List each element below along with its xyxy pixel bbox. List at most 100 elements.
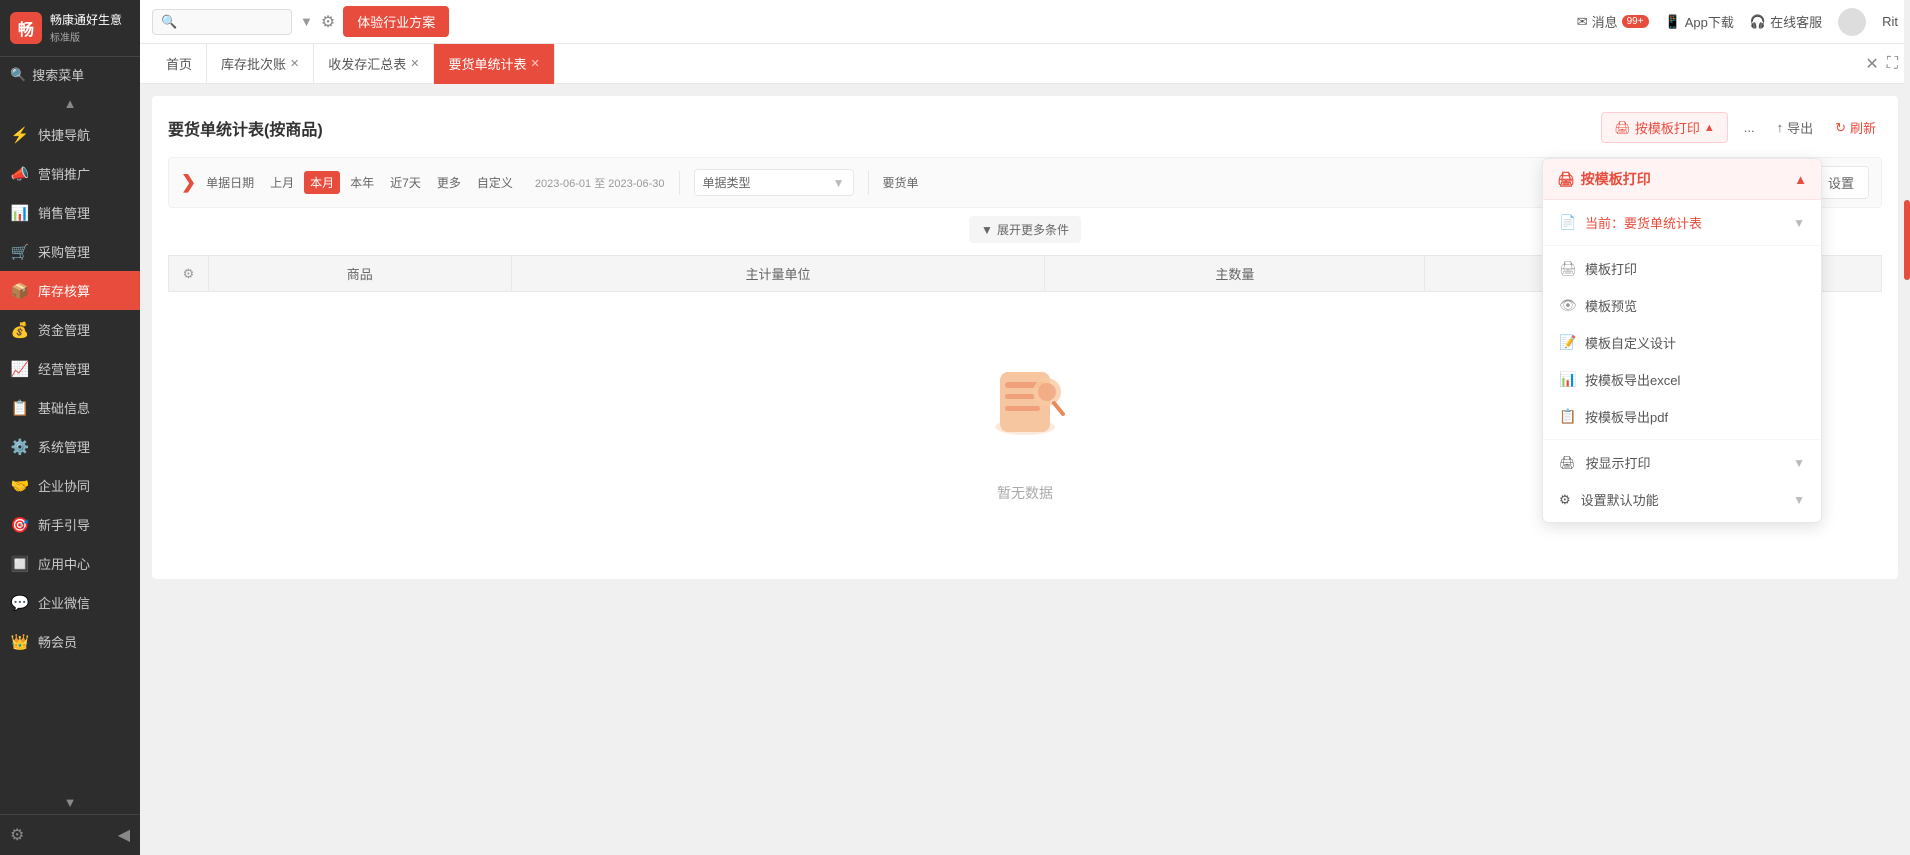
dropdown-expand-icon[interactable]: ▲ xyxy=(1794,172,1807,187)
sidebar-search-item[interactable]: 🔍 搜索菜单 xyxy=(0,57,140,92)
message-icon: ✉ xyxy=(1577,14,1588,30)
sidebar-item-sales[interactable]: 📊 销售管理 xyxy=(0,193,140,232)
refresh-btn[interactable]: ↻ 刷新 xyxy=(1829,114,1882,141)
date-btn-custom[interactable]: 自定义 xyxy=(471,171,519,194)
sidebar-settings-btn[interactable]: ⚙ xyxy=(10,825,24,845)
sidebar-item-operations[interactable]: 📈 经营管理 xyxy=(0,349,140,388)
template-preview-icon: 👁 xyxy=(1559,297,1575,314)
dropdown-item-template-custom[interactable]: 📝 模板自定义设计 xyxy=(1543,324,1821,361)
topbar-search-box[interactable]: 🔍 xyxy=(152,9,292,35)
enterprise-icon: 🤝 xyxy=(10,477,30,495)
dropdown-display-section: 🖨 按显示打印 ▼ ⚙ 设置默认功能 ▼ xyxy=(1543,440,1821,522)
tab-close-order-stats[interactable]: ✕ xyxy=(531,57,540,70)
dropdown-item-export-pdf[interactable]: 📋 按模板导出pdf xyxy=(1543,398,1821,435)
main-area: 🔍 ▼ ⚙ 体验行业方案 ✉ 消息 99+ 📱 App下载 🎧 在线客服 Rit xyxy=(140,0,1910,855)
template-custom-icon: 📝 xyxy=(1559,334,1575,351)
filter-divider-1 xyxy=(679,171,680,195)
sidebar-scroll-down[interactable]: ▼ xyxy=(0,791,140,814)
sidebar-item-member[interactable]: 👑 畅会员 xyxy=(0,622,140,661)
dropdown-current-item[interactable]: 📄 当前：要货单统计表 ▼ xyxy=(1543,204,1821,241)
sidebar-scroll-up[interactable]: ▲ xyxy=(0,92,140,115)
tab-close-all-btn[interactable]: ✕ xyxy=(1865,54,1878,74)
enterprise-wechat-icon: 💬 xyxy=(10,594,30,612)
export-btn[interactable]: ↑ 导出 xyxy=(1771,114,1820,141)
order-type-label: 单据类型 xyxy=(703,174,751,191)
sidebar-search-label: 搜索菜单 xyxy=(32,65,84,84)
page-content: 要货单统计表(按商品) 🖨 按模板打印 ▲ ... ↑ 导出 xyxy=(140,84,1910,855)
date-btn-more[interactable]: 更多 xyxy=(431,171,467,194)
sales-icon: 📊 xyxy=(10,204,30,222)
date-filter-group: 上月 本月 本年 近7天 更多 自定义 xyxy=(264,171,519,194)
topbar-dropdown-arrow[interactable]: ▼ xyxy=(300,14,313,29)
sidebar-item-enterprise[interactable]: 🤝 企业协同 xyxy=(0,466,140,505)
sidebar-item-system[interactable]: ⚙️ 系统管理 xyxy=(0,427,140,466)
purchase-icon: 🛒 xyxy=(10,243,30,261)
sidebar-nav: ⚡ 快捷导航 📣 营销推广 📊 销售管理 🛒 采购管理 📦 库存核算 💰 资金管… xyxy=(0,115,140,791)
dropdown-display-print[interactable]: 🖨 按显示打印 ▼ xyxy=(1543,444,1821,481)
online-service-action[interactable]: 🎧 在线客服 xyxy=(1750,12,1822,31)
dropdown-set-default[interactable]: ⚙ 设置默认功能 ▼ xyxy=(1543,481,1821,518)
display-print-icon: 🖨 xyxy=(1559,455,1576,471)
basic-icon: 📋 xyxy=(10,399,30,417)
date-btn-this-month[interactable]: 本月 xyxy=(304,171,340,194)
trial-btn[interactable]: 体验行业方案 xyxy=(343,6,449,37)
message-action[interactable]: ✉ 消息 99+ xyxy=(1577,12,1649,31)
dropdown-item-template-print[interactable]: 🖨 模板打印 xyxy=(1543,250,1821,287)
print-arrow-up: ▲ xyxy=(1704,122,1715,134)
logo-text: 畅康通好生意 标准版 xyxy=(50,12,122,44)
dropdown-title: 🖨 按模板打印 xyxy=(1557,169,1651,189)
app-download-icon: 📱 xyxy=(1665,14,1681,30)
sidebar-collapse-btn[interactable]: ◀ xyxy=(118,825,130,845)
date-btn-7days[interactable]: 近7天 xyxy=(384,171,427,194)
inventory-icon: 📦 xyxy=(10,282,30,300)
sidebar-item-app-center[interactable]: 🔲 应用中心 xyxy=(0,544,140,583)
sidebar-item-basic[interactable]: 📋 基础信息 xyxy=(0,388,140,427)
operations-icon: 📈 xyxy=(10,360,30,378)
date-btn-last-month[interactable]: 上月 xyxy=(264,171,300,194)
search-icon: 🔍 xyxy=(10,67,26,83)
tab-maximize-btn[interactable]: ⛶ xyxy=(1887,55,1898,73)
filter-expand-arrow[interactable]: ❯ xyxy=(181,172,196,193)
sidebar-item-enterprise-wechat[interactable]: 💬 企业微信 xyxy=(0,583,140,622)
app-download-action[interactable]: 📱 App下载 xyxy=(1665,12,1734,31)
date-btn-this-year[interactable]: 本年 xyxy=(344,171,380,194)
tab-batch-account[interactable]: 库存批次账 ✕ xyxy=(207,44,314,84)
expand-icon: ▼ xyxy=(981,223,993,237)
set-default-icon: ⚙ xyxy=(1559,492,1571,508)
sidebar-item-quick-nav[interactable]: ⚡ 快捷导航 xyxy=(0,115,140,154)
topbar-gear-icon[interactable]: ⚙ xyxy=(321,12,335,32)
right-scrollbar-thumb[interactable] xyxy=(1904,200,1910,280)
topbar-search-input[interactable] xyxy=(181,15,261,29)
tab-order-stats[interactable]: 要货单统计表 ✕ xyxy=(434,44,554,84)
export-excel-icon: 📊 xyxy=(1559,371,1575,388)
toolbar-right: 🖨 按模板打印 ▲ ... ↑ 导出 ↻ 刷新 xyxy=(1601,112,1882,143)
more-btn[interactable]: ... xyxy=(1738,116,1761,139)
table-col-unit: 主计量单位 xyxy=(511,256,1045,292)
table-settings-icon[interactable]: ⚙ xyxy=(183,266,195,281)
dropdown-items-section: 🖨 模板打印 👁 模板预览 📝 模板自定义设计 xyxy=(1543,246,1821,440)
tab-home[interactable]: 首页 xyxy=(152,44,207,84)
sidebar-item-purchase[interactable]: 🛒 采购管理 xyxy=(0,232,140,271)
tab-close-receipts[interactable]: ✕ xyxy=(410,57,419,70)
tab-close-batch[interactable]: ✕ xyxy=(290,57,299,70)
expand-conditions-btn[interactable]: ▼ 展开更多条件 xyxy=(969,216,1081,243)
table-col-settings: ⚙ xyxy=(169,256,209,292)
filter-divider-2 xyxy=(868,171,869,195)
sidebar-item-finance[interactable]: 💰 资金管理 xyxy=(0,310,140,349)
sidebar-item-guide[interactable]: 🎯 新手引导 xyxy=(0,505,140,544)
tab-receipts-summary[interactable]: 收发存汇总表 ✕ xyxy=(314,44,434,84)
dropdown-item-export-excel[interactable]: 📊 按模板导出excel xyxy=(1543,361,1821,398)
finance-icon: 💰 xyxy=(10,321,30,339)
table-col-product: 商品 xyxy=(209,256,512,292)
guide-icon: 🎯 xyxy=(10,516,30,534)
empty-svg xyxy=(975,352,1075,452)
user-avatar[interactable] xyxy=(1838,8,1866,36)
sidebar-item-inventory[interactable]: 📦 库存核算 xyxy=(0,271,140,310)
sidebar-item-marketing[interactable]: 📣 营销推广 xyxy=(0,154,140,193)
order-type-select[interactable]: 单据类型 ▼ xyxy=(694,169,854,196)
sidebar: 畅 畅康通好生意 标准版 🔍 搜索菜单 ▲ ⚡ 快捷导航 📣 营销推广 📊 销售… xyxy=(0,0,140,855)
dropdown-item-template-preview[interactable]: 👁 模板预览 xyxy=(1543,287,1821,324)
print-template-btn[interactable]: 🖨 按模板打印 ▲ xyxy=(1601,112,1727,143)
right-scrollbar[interactable] xyxy=(1904,0,1910,855)
order-channel-label: 要货单 xyxy=(883,174,919,191)
